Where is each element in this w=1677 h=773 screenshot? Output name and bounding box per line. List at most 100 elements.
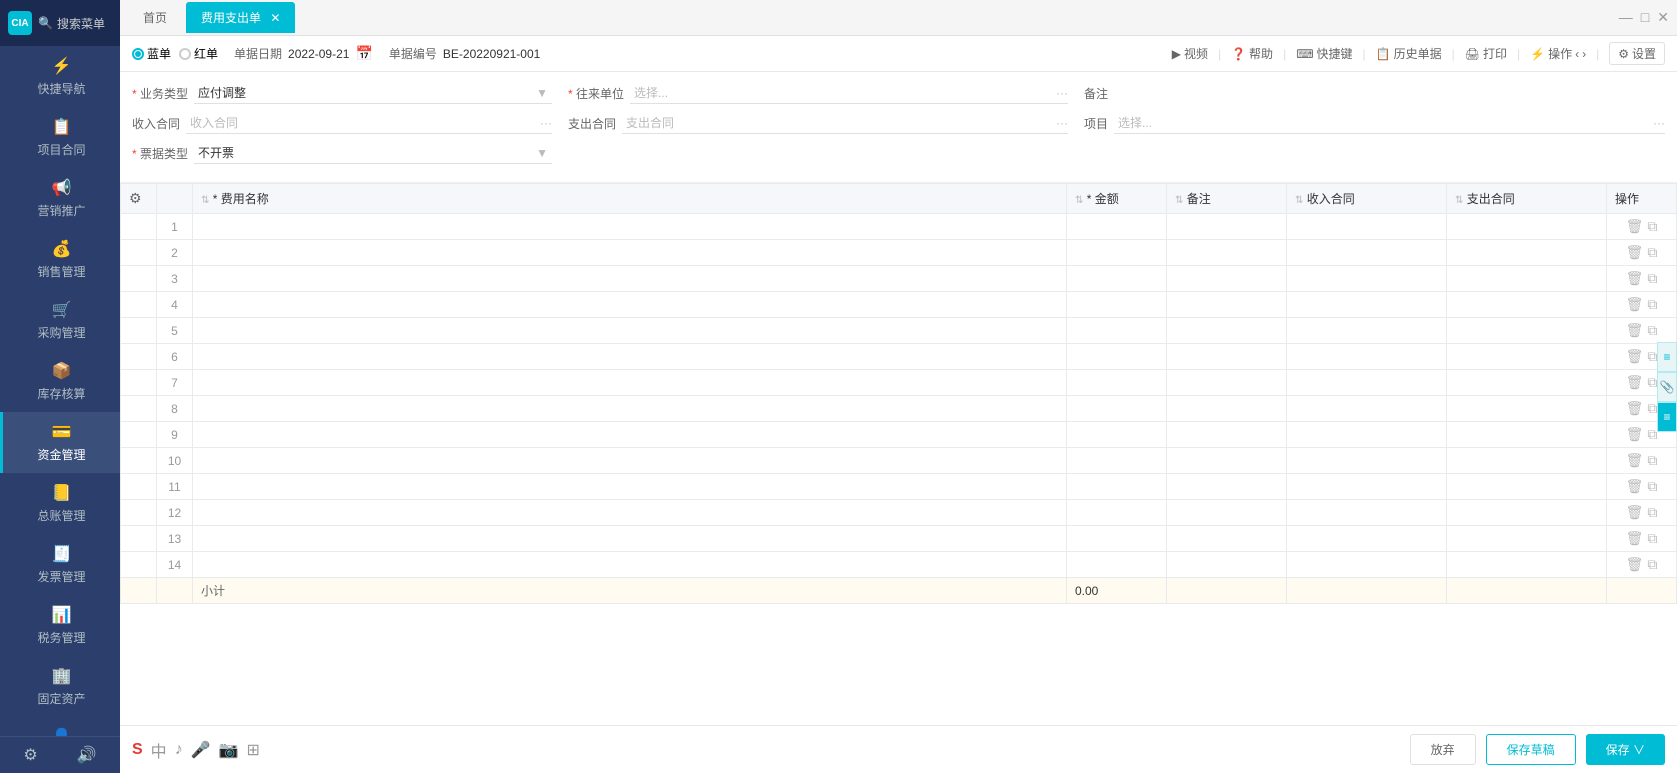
remark-cell[interactable] [1167, 266, 1287, 292]
copy-icon[interactable]: ⧉ [1647, 348, 1657, 365]
amount-cell[interactable] [1067, 474, 1167, 500]
expense-contract-cell[interactable] [1447, 318, 1607, 344]
dropdown-icon[interactable]: ▼ [532, 86, 552, 100]
copy-icon[interactable]: ⧉ [1647, 296, 1657, 313]
sidebar-item-fund-mgmt[interactable]: 💳 资金管理 [0, 412, 120, 473]
amount-cell[interactable] [1067, 266, 1167, 292]
tab-home[interactable]: 首页 [128, 2, 182, 33]
expense-contract-more-icon[interactable]: ··· [1056, 116, 1068, 130]
discard-button[interactable]: 放弃 [1410, 734, 1476, 765]
income-contract-cell[interactable] [1287, 526, 1447, 552]
sidebar-item-payroll[interactable]: 👤 工资 [0, 717, 120, 736]
expense-contract-cell[interactable] [1447, 214, 1607, 240]
copy-icon[interactable]: ⧉ [1647, 556, 1657, 573]
income-contract-cell[interactable] [1287, 552, 1447, 578]
delete-icon[interactable]: 🗑 [1626, 556, 1644, 573]
remark-cell[interactable] [1167, 214, 1287, 240]
print-button[interactable]: 🖨 打印 [1465, 45, 1507, 62]
window-close-icon[interactable]: ✕ [1657, 9, 1669, 26]
sidebar-item-purchase-mgmt[interactable]: 🛒 采购管理 [0, 290, 120, 351]
remark-cell[interactable] [1167, 500, 1287, 526]
expense-name-cell[interactable] [193, 396, 1067, 422]
project-more-icon[interactable]: ··· [1653, 116, 1665, 130]
delete-icon[interactable]: 🗑 [1626, 270, 1644, 287]
save-button[interactable]: 保存 ∨ [1586, 734, 1665, 765]
float-expand-icon[interactable]: ≡ [1657, 342, 1677, 372]
speaker-footer-icon[interactable]: 🔊 [77, 745, 97, 765]
copy-icon[interactable]: ⧉ [1647, 218, 1657, 235]
copy-icon[interactable]: ⧉ [1647, 504, 1657, 521]
delete-icon[interactable]: 🗑 [1626, 244, 1644, 261]
remark-cell[interactable] [1167, 344, 1287, 370]
sidebar-item-fixed-assets[interactable]: 🏢 固定资产 [0, 656, 120, 717]
amount-cell[interactable] [1067, 552, 1167, 578]
amount-cell[interactable] [1067, 526, 1167, 552]
copy-icon[interactable]: ⧉ [1647, 452, 1657, 469]
shortcuts-button[interactable]: ⌨ 快捷键 [1296, 45, 1352, 62]
remark-cell[interactable] [1167, 396, 1287, 422]
remark-cell[interactable] [1167, 474, 1287, 500]
remark-cell[interactable] [1167, 370, 1287, 396]
delete-icon[interactable]: 🗑 [1626, 374, 1644, 391]
expense-contract-cell[interactable] [1447, 396, 1607, 422]
expense-name-cell[interactable] [193, 422, 1067, 448]
expense-name-cell[interactable] [193, 500, 1067, 526]
income-contract-cell[interactable] [1287, 500, 1447, 526]
income-contract-cell[interactable] [1287, 214, 1447, 240]
expense-name-cell[interactable] [193, 292, 1067, 318]
copy-icon[interactable]: ⧉ [1647, 374, 1657, 391]
sidebar-item-sales-mgmt[interactable]: 💰 销售管理 [0, 229, 120, 290]
amount-cell[interactable] [1067, 422, 1167, 448]
expense-contract-cell[interactable] [1447, 292, 1607, 318]
expense-name-cell[interactable] [193, 526, 1067, 552]
remark-cell[interactable] [1167, 422, 1287, 448]
sidebar-item-quick-nav[interactable]: ⚡ 快捷导航 [0, 46, 120, 107]
income-contract-more-icon[interactable]: ··· [540, 116, 552, 130]
operations-button[interactable]: ⚡ 操作 ‹ › [1530, 45, 1586, 62]
delete-icon[interactable]: 🗑 [1626, 322, 1644, 339]
col-income-contract-header[interactable]: ⇅ 收入合同 [1287, 184, 1447, 214]
income-contract-cell[interactable] [1287, 370, 1447, 396]
expense-name-cell[interactable] [193, 318, 1067, 344]
remark-cell[interactable] [1167, 318, 1287, 344]
expense-name-cell[interactable] [193, 214, 1067, 240]
copy-icon[interactable]: ⧉ [1647, 530, 1657, 547]
expense-contract-cell[interactable] [1447, 344, 1607, 370]
sidebar-search-button[interactable]: 🔍 搜索菜单 [38, 15, 105, 32]
expense-name-cell[interactable] [193, 344, 1067, 370]
grid-icon[interactable]: ⊞ [247, 740, 260, 760]
expense-name-cell[interactable] [193, 266, 1067, 292]
expense-contract-cell[interactable] [1447, 370, 1607, 396]
amount-cell[interactable] [1067, 214, 1167, 240]
expense-contract-cell[interactable] [1447, 552, 1607, 578]
income-contract-cell[interactable] [1287, 448, 1447, 474]
video-button[interactable]: ▶ 视频 [1172, 45, 1208, 62]
expense-contract-cell[interactable] [1447, 448, 1607, 474]
expense-contract-cell[interactable] [1447, 422, 1607, 448]
chinese-icon[interactable]: 中 [151, 738, 167, 762]
remark-cell[interactable] [1167, 448, 1287, 474]
window-minimize-icon[interactable]: — [1619, 9, 1633, 26]
shuangpin-icon[interactable]: S [132, 741, 143, 759]
expense-contract-cell[interactable] [1447, 240, 1607, 266]
copy-icon[interactable]: ⧉ [1647, 270, 1657, 287]
music-icon[interactable]: ♪ [175, 741, 183, 759]
delete-icon[interactable]: 🗑 [1626, 426, 1644, 443]
delete-icon[interactable]: 🗑 [1626, 504, 1644, 521]
amount-cell[interactable] [1067, 500, 1167, 526]
income-contract-cell[interactable] [1287, 318, 1447, 344]
income-contract-cell[interactable] [1287, 266, 1447, 292]
income-contract-cell[interactable] [1287, 240, 1447, 266]
income-contract-cell[interactable] [1287, 344, 1447, 370]
float-action-icon[interactable]: ≡ [1657, 402, 1677, 432]
tab-expense-slip[interactable]: 费用支出单 ✕ [186, 2, 295, 33]
sidebar-item-marketing[interactable]: 📢 营销推广 [0, 168, 120, 229]
col-expense-name-header[interactable]: ⇅ * 费用名称 [193, 184, 1067, 214]
amount-cell[interactable] [1067, 240, 1167, 266]
expense-contract-cell[interactable] [1447, 266, 1607, 292]
amount-cell[interactable] [1067, 344, 1167, 370]
radio-red[interactable]: 红单 [179, 45, 218, 62]
sidebar-item-ledger-mgmt[interactable]: 📒 总账管理 [0, 473, 120, 534]
sidebar-item-project-contract[interactable]: 📋 项目合同 [0, 107, 120, 168]
amount-cell[interactable] [1067, 318, 1167, 344]
